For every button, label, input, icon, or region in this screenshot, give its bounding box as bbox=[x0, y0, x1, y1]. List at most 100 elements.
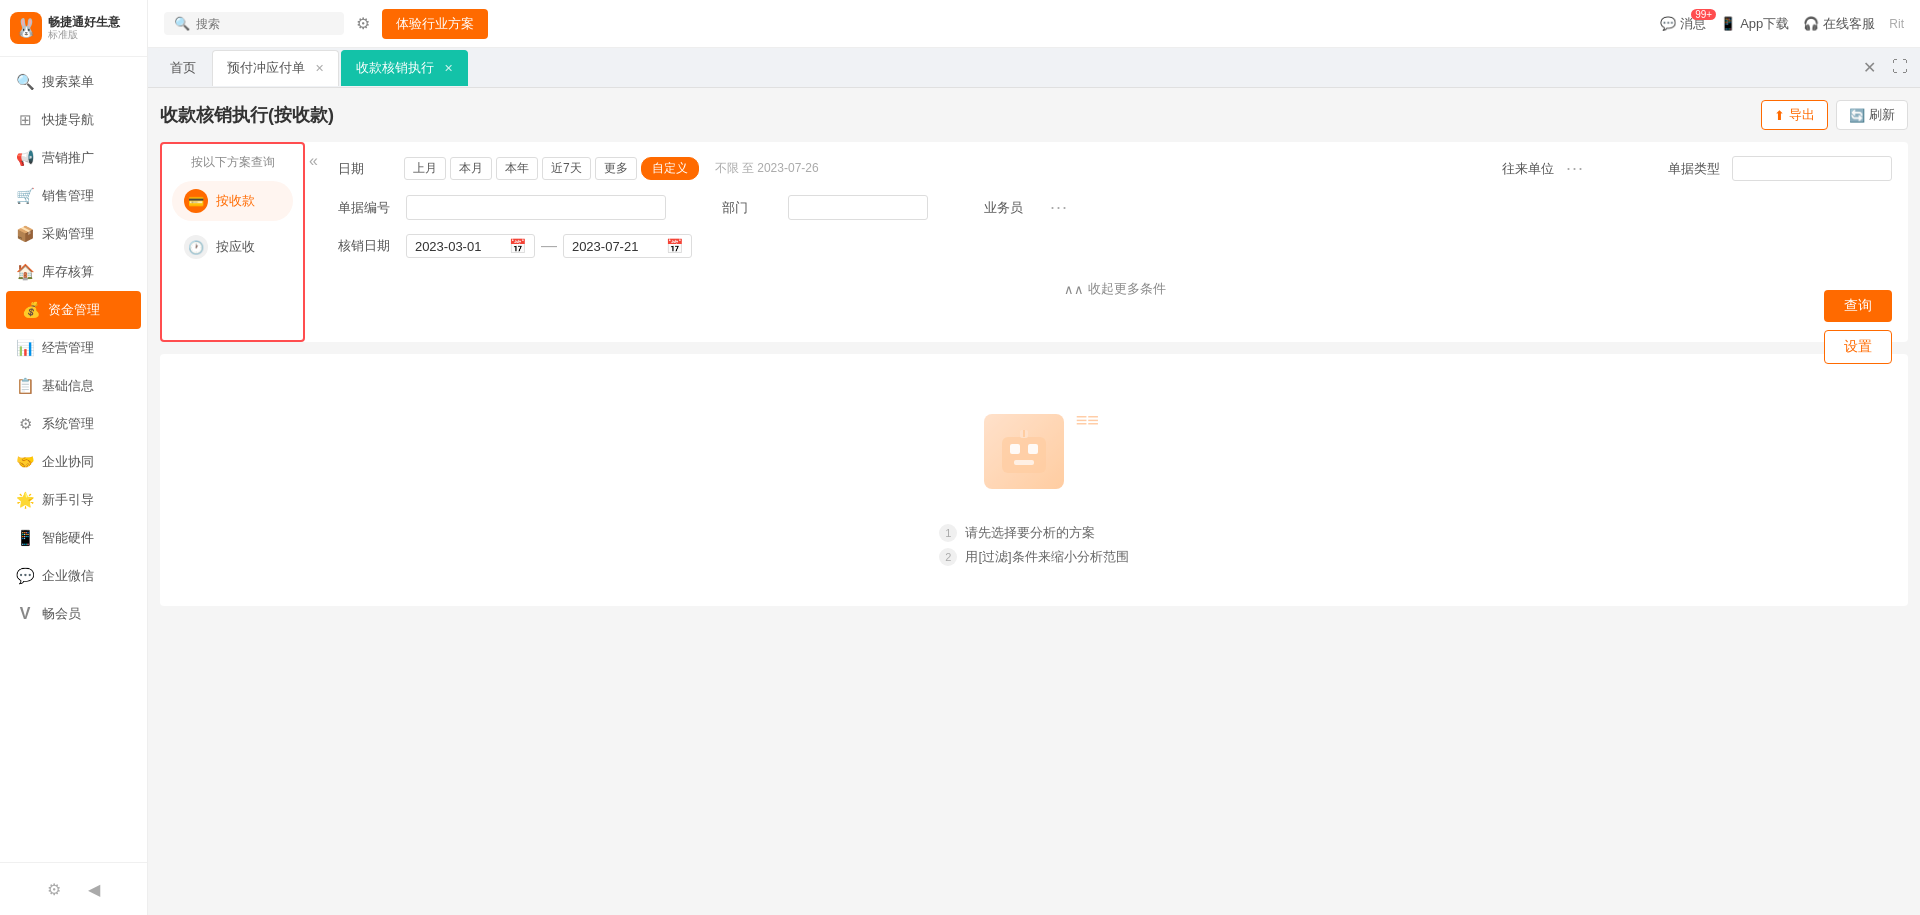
setting-btn[interactable]: 设置 bbox=[1824, 330, 1892, 364]
main-area: 🔍 ⚙ 体验行业方案 💬 消息 99+ 📱 App下载 🎧 在线客服 Rit bbox=[148, 0, 1920, 915]
tab-receipt-verify-close-icon[interactable]: ✕ bbox=[444, 62, 453, 75]
sidebar-item-purchase[interactable]: 📦 采购管理 bbox=[0, 215, 147, 253]
filter-row-date: 日期 上月 本月 本年 近7天 更多 自定义 不限 至 2023-07-26 往… bbox=[338, 156, 1892, 181]
sidebar-item-label: 资金管理 bbox=[48, 301, 100, 319]
verify-date-label: 核销日期 bbox=[338, 237, 390, 255]
basic-info-icon: 📋 bbox=[16, 377, 34, 395]
counterparty-ellipsis-btn[interactable]: ··· bbox=[1566, 158, 1584, 179]
vip-icon: V bbox=[16, 605, 34, 623]
tab-home-label: 首页 bbox=[170, 59, 196, 77]
empty-state: ≡≡ 1 请先选择要分析的方案 2 用[过滤]条件来缩小分析范围 bbox=[160, 354, 1908, 606]
sidebar: 🐰 畅捷通好生意 标准版 🔍 搜索菜单 ⊞ 快捷导航 📢 营销推广 🛒 销售管理… bbox=[0, 0, 148, 915]
tabbar-right: ✕ ⛶ bbox=[1859, 54, 1912, 81]
date-btn-this-year[interactable]: 本年 bbox=[496, 157, 538, 180]
filter-panel: 按以下方案查询 💳 按收款 🕐 按应收 « 日期 上月 bbox=[160, 142, 1908, 342]
sidebar-item-funds[interactable]: 💰 资金管理 bbox=[6, 291, 141, 329]
filter-option-by-receipt[interactable]: 💳 按收款 bbox=[172, 181, 293, 221]
sidebar-item-label: 销售管理 bbox=[42, 187, 94, 205]
date-label: 日期 bbox=[338, 160, 388, 178]
collapse-filter-sidebar-btn[interactable]: « bbox=[305, 152, 322, 170]
inventory-icon: 🏠 bbox=[16, 263, 34, 281]
app-download-btn[interactable]: 📱 App下载 bbox=[1720, 15, 1789, 33]
salesperson-ellipsis-btn[interactable]: ··· bbox=[1050, 197, 1068, 218]
sidebar-item-quick-nav[interactable]: ⊞ 快捷导航 bbox=[0, 101, 147, 139]
verify-date-start-input[interactable] bbox=[415, 239, 505, 254]
sidebar-item-search-menu[interactable]: 🔍 搜索菜单 bbox=[0, 63, 147, 101]
by-receivable-icon: 🕐 bbox=[184, 235, 208, 259]
collapse-sidebar-btn[interactable]: ◀ bbox=[76, 871, 112, 907]
filter-option-by-receivable[interactable]: 🕐 按应收 bbox=[172, 227, 293, 267]
bill-type-select[interactable] bbox=[1732, 156, 1892, 181]
sidebar-item-label: 智能硬件 bbox=[42, 529, 94, 547]
date-btn-7days[interactable]: 近7天 bbox=[542, 157, 591, 180]
bill-no-input[interactable] bbox=[406, 195, 666, 220]
verify-date-start-cal-icon[interactable]: 📅 bbox=[509, 238, 526, 254]
verify-date-end-input[interactable] bbox=[572, 239, 662, 254]
online-service-label: 在线客服 bbox=[1823, 15, 1875, 33]
app-download-icon: 📱 bbox=[1720, 16, 1736, 31]
settings-bottom-btn[interactable]: ⚙ bbox=[36, 871, 72, 907]
sidebar-item-system[interactable]: ⚙ 系统管理 bbox=[0, 405, 147, 443]
date-btn-custom[interactable]: 自定义 bbox=[641, 157, 699, 180]
close-all-tabs-btn[interactable]: ✕ bbox=[1859, 54, 1880, 81]
logo-text: 畅捷通好生意 标准版 bbox=[48, 15, 120, 41]
query-btn[interactable]: 查询 bbox=[1824, 290, 1892, 322]
sidebar-logo: 🐰 畅捷通好生意 标准版 bbox=[0, 0, 147, 57]
tab-prepay-label: 预付冲应付单 bbox=[227, 59, 305, 77]
sidebar-item-enterprise[interactable]: 🤝 企业协同 bbox=[0, 443, 147, 481]
tab-prepay[interactable]: 预付冲应付单 ✕ bbox=[212, 50, 339, 86]
sidebar-item-vip[interactable]: V 畅会员 bbox=[0, 595, 147, 633]
user-name[interactable]: Rit bbox=[1889, 17, 1904, 31]
smart-hw-icon: 📱 bbox=[16, 529, 34, 547]
sidebar-item-label: 企业协同 bbox=[42, 453, 94, 471]
tab-prepay-close-icon[interactable]: ✕ bbox=[315, 62, 324, 75]
empty-hint-2: 2 用[过滤]条件来缩小分析范围 bbox=[939, 548, 1128, 566]
online-service-btn[interactable]: 🎧 在线客服 bbox=[1803, 15, 1875, 33]
by-receipt-label: 按收款 bbox=[216, 192, 255, 210]
date-btn-this-month[interactable]: 本月 bbox=[450, 157, 492, 180]
sidebar-item-label: 采购管理 bbox=[42, 225, 94, 243]
svg-rect-2 bbox=[1028, 444, 1038, 454]
collapse-up-icon: ∧∧ bbox=[1064, 282, 1084, 297]
message-btn[interactable]: 💬 消息 99+ bbox=[1660, 15, 1706, 33]
date-quick-btns: 上月 本月 本年 近7天 更多 自定义 bbox=[404, 157, 699, 180]
sidebar-item-inventory[interactable]: 🏠 库存核算 bbox=[0, 253, 147, 291]
sidebar-item-operations[interactable]: 📊 经营管理 bbox=[0, 329, 147, 367]
sidebar-item-smart-hw[interactable]: 📱 智能硬件 bbox=[0, 519, 147, 557]
empty-illustration bbox=[994, 422, 1054, 482]
sidebar-item-guide[interactable]: 🌟 新手引导 bbox=[0, 481, 147, 519]
sidebar-item-sales[interactable]: 🛒 销售管理 bbox=[0, 177, 147, 215]
tab-receipt-verify-label: 收款核销执行 bbox=[356, 59, 434, 77]
topbar-search-box[interactable]: 🔍 bbox=[164, 12, 344, 35]
dept-select[interactable] bbox=[788, 195, 928, 220]
sidebar-item-label: 新手引导 bbox=[42, 491, 94, 509]
tab-receipt-verify[interactable]: 收款核销执行 ✕ bbox=[341, 50, 468, 86]
sidebar-item-label: 基础信息 bbox=[42, 377, 94, 395]
funds-icon: 💰 bbox=[22, 301, 40, 319]
tab-home[interactable]: 首页 bbox=[156, 50, 210, 86]
date-range-display: 不限 至 2023-07-26 bbox=[715, 160, 819, 177]
page-header: 收款核销执行(按收款) ⬆ 导出 🔄 刷新 bbox=[160, 100, 1908, 130]
collapse-more-btn[interactable]: ∧∧ 收起更多条件 bbox=[338, 272, 1892, 306]
svg-rect-1 bbox=[1010, 444, 1020, 454]
search-icon: 🔍 bbox=[174, 16, 190, 31]
export-btn[interactable]: ⬆ 导出 bbox=[1761, 100, 1828, 130]
by-receipt-icon: 💳 bbox=[184, 189, 208, 213]
sidebar-item-wechat[interactable]: 💬 企业微信 bbox=[0, 557, 147, 595]
refresh-icon: 🔄 bbox=[1849, 108, 1865, 123]
sidebar-item-marketing[interactable]: 📢 营销推广 bbox=[0, 139, 147, 177]
topbar-gear-icon[interactable]: ⚙ bbox=[356, 14, 370, 33]
refresh-btn[interactable]: 🔄 刷新 bbox=[1836, 100, 1908, 130]
export-icon: ⬆ bbox=[1774, 108, 1785, 123]
counterparty-label: 往来单位 bbox=[1502, 160, 1554, 178]
verify-date-end-cal-icon[interactable]: 📅 bbox=[666, 238, 683, 254]
sidebar-item-basic-info[interactable]: 📋 基础信息 bbox=[0, 367, 147, 405]
industry-solution-btn[interactable]: 体验行业方案 bbox=[382, 9, 488, 39]
empty-hints: 1 请先选择要分析的方案 2 用[过滤]条件来缩小分析范围 bbox=[939, 524, 1128, 566]
search-input[interactable] bbox=[196, 17, 316, 31]
date-btn-last-month[interactable]: 上月 bbox=[404, 157, 446, 180]
wechat-icon: 💬 bbox=[16, 567, 34, 585]
date-separator: — bbox=[541, 237, 557, 255]
maximize-btn[interactable]: ⛶ bbox=[1888, 54, 1912, 81]
date-btn-more[interactable]: 更多 bbox=[595, 157, 637, 180]
